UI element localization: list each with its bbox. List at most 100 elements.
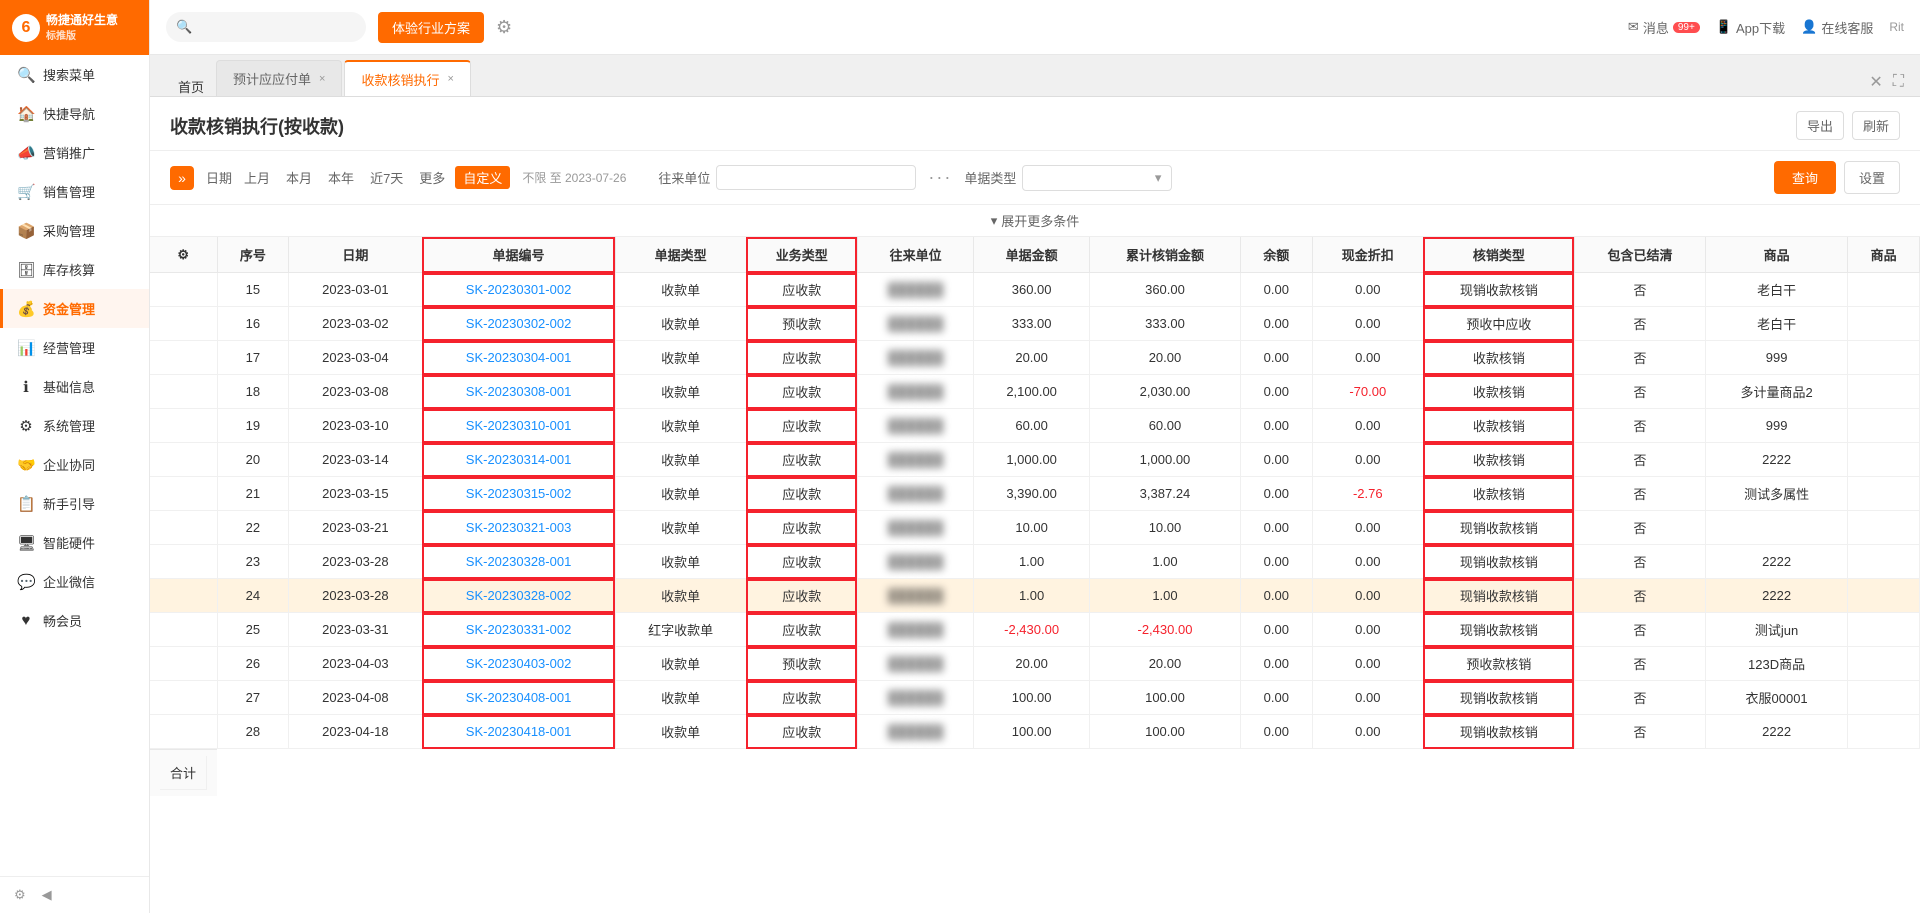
td-include-settled: 否: [1574, 273, 1705, 307]
bill-no-link[interactable]: SK-20230310-001: [466, 418, 572, 433]
message-button[interactable]: ✉ 消息 99+: [1628, 18, 1700, 37]
tab-expand-icon[interactable]: ⛶: [1893, 73, 1904, 91]
td-bill-no[interactable]: SK-20230308-001: [422, 375, 615, 409]
table-row: 172023-03-04SK-20230304-001收款单应收款██████2…: [150, 341, 1920, 375]
tab-payable[interactable]: 预计应应付单 ×: [216, 60, 342, 96]
online-service-button[interactable]: 👤 在线客服: [1801, 18, 1873, 37]
sidebar-item-system[interactable]: ⚙ 系统管理: [0, 406, 149, 445]
th-settings[interactable]: ⚙: [150, 237, 217, 273]
receipt-type-select[interactable]: ▾: [1022, 165, 1172, 191]
td-bill-no[interactable]: SK-20230408-001: [422, 681, 615, 715]
sidebar-item-operations[interactable]: 📊 经营管理: [0, 328, 149, 367]
bill-no-link[interactable]: SK-20230328-002: [466, 588, 572, 603]
export-button[interactable]: 导出: [1796, 111, 1844, 140]
td-verify-type: 收款核销: [1423, 375, 1574, 409]
td-seq: 23: [217, 545, 289, 579]
td-include-settled: 否: [1574, 477, 1705, 511]
td-bill-no[interactable]: SK-20230331-002: [422, 613, 615, 647]
date-opt-thisyear[interactable]: 本年: [322, 166, 360, 189]
td-bill-no[interactable]: SK-20230314-001: [422, 443, 615, 477]
gear-button[interactable]: ⚙: [496, 17, 512, 38]
date-opt-lastmonth[interactable]: 上月: [238, 166, 276, 189]
sales-icon: 🛒: [17, 183, 35, 201]
bill-no-link[interactable]: SK-20230418-001: [466, 724, 572, 739]
bill-no-link[interactable]: SK-20230321-003: [466, 520, 572, 535]
sidebar-item-member[interactable]: ♥ 畅会员: [0, 601, 149, 640]
filter-more-dots[interactable]: ···: [928, 167, 952, 188]
tab-home[interactable]: 首页: [166, 77, 216, 96]
td-biz-type: 预收款: [746, 647, 857, 681]
industry-solution-button[interactable]: 体验行业方案: [378, 12, 484, 43]
tab-receiptvoid[interactable]: 收款核销执行 ×: [344, 60, 470, 96]
tab-payable-close-icon[interactable]: ×: [319, 73, 325, 85]
sidebar-item-guide[interactable]: 📋 新手引导: [0, 484, 149, 523]
td-bill-no[interactable]: SK-20230328-001: [422, 545, 615, 579]
date-range: 不限 至 2023-07-26: [522, 169, 626, 186]
tab-receiptvoid-close-icon[interactable]: ×: [447, 73, 453, 85]
bill-no-link[interactable]: SK-20230314-001: [466, 452, 572, 467]
sidebar-item-marketing[interactable]: 📣 营销推广: [0, 133, 149, 172]
td-bill-no[interactable]: SK-20230321-003: [422, 511, 615, 545]
td-bill-no[interactable]: SK-20230301-002: [422, 273, 615, 307]
wechat-icon: 💬: [17, 573, 35, 591]
td-bill-no[interactable]: SK-20230310-001: [422, 409, 615, 443]
bill-no-link[interactable]: SK-20230304-001: [466, 350, 572, 365]
collapse-icon[interactable]: ◀: [42, 887, 52, 903]
sidebar-item-search[interactable]: 🔍 搜索菜单: [0, 55, 149, 94]
sidebar-item-quicknav[interactable]: 🏠 快捷导航: [0, 94, 149, 133]
sidebar-item-basic[interactable]: ℹ 基础信息: [0, 367, 149, 406]
bill-no-link[interactable]: SK-20230408-001: [466, 690, 572, 705]
td-include-settled: 否: [1574, 613, 1705, 647]
top-header: 🔍 体验行业方案 ⚙ ✉ 消息 99+ 📱 App下载 👤 在线客服 Rit: [150, 0, 1920, 55]
sidebar-item-inventory[interactable]: 🗄 库存核算: [0, 250, 149, 289]
date-opt-thismonth[interactable]: 本月: [280, 166, 318, 189]
td-discount: 0.00: [1312, 681, 1423, 715]
td-bill-no[interactable]: SK-20230315-002: [422, 477, 615, 511]
date-opt-custom[interactable]: 自定义: [455, 166, 510, 189]
query-button[interactable]: 查询: [1774, 161, 1836, 194]
filter-toggle-button[interactable]: »: [170, 166, 194, 190]
td-bill-no[interactable]: SK-20230304-001: [422, 341, 615, 375]
date-opt-more[interactable]: 更多: [413, 166, 451, 189]
system-icon: ⚙: [17, 417, 35, 435]
bill-no-link[interactable]: SK-20230302-002: [466, 316, 572, 331]
bill-no-link[interactable]: SK-20230403-002: [466, 656, 572, 671]
bill-no-link[interactable]: SK-20230331-002: [466, 622, 572, 637]
td-bill-no[interactable]: SK-20230328-002: [422, 579, 615, 613]
app-download-button[interactable]: 📱 App下载: [1716, 18, 1785, 37]
header-actions: ✉ 消息 99+ 📱 App下载 👤 在线客服 Rit: [1628, 18, 1904, 37]
th-include-settled: 包含已结清: [1574, 237, 1705, 273]
bill-no-link[interactable]: SK-20230308-001: [466, 384, 572, 399]
td-partner: ██████: [857, 647, 973, 681]
date-opt-7days[interactable]: 近7天: [364, 166, 409, 189]
td-biz-type: 应收款: [746, 443, 857, 477]
th-bill-no: 单据编号: [422, 237, 615, 273]
refresh-button[interactable]: 刷新: [1852, 111, 1900, 140]
sidebar-item-sales[interactable]: 🛒 销售管理: [0, 172, 149, 211]
settings-bottom-icon[interactable]: ⚙: [14, 887, 26, 903]
partner-filter-input[interactable]: [716, 165, 916, 190]
bill-no-link[interactable]: SK-20230328-001: [466, 554, 572, 569]
td-bill-no[interactable]: SK-20230302-002: [422, 307, 615, 341]
td-bill-no[interactable]: SK-20230418-001: [422, 715, 615, 749]
expand-conditions-button[interactable]: ▾ 展开更多条件: [991, 211, 1080, 230]
td-date: 2023-04-08: [289, 681, 422, 715]
page-title: 收款核销执行(按收款): [170, 113, 344, 139]
td-date: 2023-03-01: [289, 273, 422, 307]
td-goods2: [1848, 511, 1920, 545]
sidebar-item-purchase[interactable]: 📦 采购管理: [0, 211, 149, 250]
td-amount: 1.00: [974, 545, 1090, 579]
setting-button[interactable]: 设置: [1844, 161, 1900, 194]
td-discount: 0.00: [1312, 715, 1423, 749]
bill-no-link[interactable]: SK-20230301-002: [466, 282, 572, 297]
sidebar-item-finance[interactable]: 💰 资金管理: [0, 289, 149, 328]
header-search[interactable]: 🔍: [166, 12, 366, 42]
td-bill-no[interactable]: SK-20230403-002: [422, 647, 615, 681]
bill-no-link[interactable]: SK-20230315-002: [466, 486, 572, 501]
sidebar-item-enterprise[interactable]: 🤝 企业协同: [0, 445, 149, 484]
sidebar-item-hardware[interactable]: 🖥 智能硬件: [0, 523, 149, 562]
td-seq: 15: [217, 273, 289, 307]
sidebar-item-wechat[interactable]: 💬 企业微信: [0, 562, 149, 601]
tab-close-all-icon[interactable]: ✕: [1869, 72, 1882, 92]
td-amount: -2,430.00: [974, 613, 1090, 647]
